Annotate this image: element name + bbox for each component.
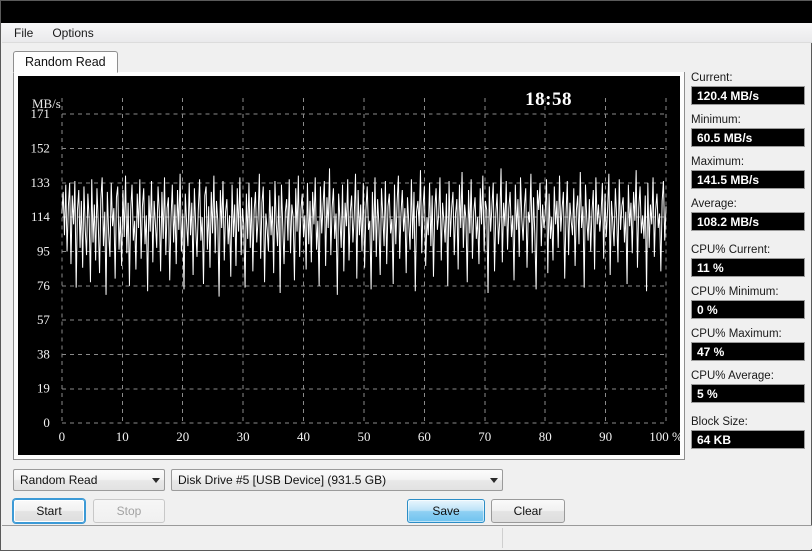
x-axis-tick-label: 50 <box>357 429 370 444</box>
tab-label: Random Read <box>25 55 106 69</box>
y-axis-tick-label: 76 <box>37 278 50 293</box>
stat-label: CPU% Average: <box>691 370 774 382</box>
stat-label: Minimum: <box>691 114 741 126</box>
stat-label: CPU% Minimum: <box>691 286 779 298</box>
stat-value: 47 % <box>691 342 805 361</box>
y-axis-tick-label: 0 <box>43 415 49 430</box>
stop-button: Stop <box>93 499 165 523</box>
y-axis-tick-label: 38 <box>37 346 50 361</box>
stop-button-label: Stop <box>116 504 142 518</box>
x-axis-tick-label: 20 <box>176 429 189 444</box>
x-axis-tick-label: 90 <box>599 429 612 444</box>
stat-value: 5 % <box>691 384 805 403</box>
y-axis-tick-label: 57 <box>37 312 50 327</box>
tab-random-read[interactable]: Random Read <box>13 51 118 73</box>
chart-panel: MB/s 0 19 38 57 76 95 114 133 152 171 0 10 20 30 40 50 60… <box>13 72 685 460</box>
y-axis-tick-label: 95 <box>37 243 50 258</box>
tab-strip: Random Read <box>13 51 685 73</box>
stat-value: 108.2 MB/s <box>691 212 805 231</box>
save-button[interactable]: Save <box>407 499 485 523</box>
chevron-down-icon <box>485 470 502 490</box>
stat-label: Block Size: <box>691 416 748 428</box>
save-button-label: Save <box>432 504 460 518</box>
menu-item-options[interactable]: Options <box>48 24 102 42</box>
stat-block: CPU% Current: 11 % <box>691 244 805 277</box>
stat-block: Average: 108.2 MB/s <box>691 198 805 231</box>
y-axis-tick-label: 152 <box>30 141 49 156</box>
stat-value: 0 % <box>691 300 805 319</box>
stat-value: 120.4 MB/s <box>691 86 805 105</box>
x-axis-tick-label: 0 <box>59 429 65 444</box>
x-axis-tick-label: 100 % <box>649 429 680 444</box>
x-axis-tick-label: 80 <box>539 429 552 444</box>
stats-sidebar: Current: 120.4 MB/s Minimum: 60.5 MB/s Maxim… <box>691 72 805 502</box>
application-window: File Options Random Read MB/s 0 19 38 57 76 95… <box>0 0 812 551</box>
test-mode-value: Random Read <box>20 473 98 487</box>
stat-block: Minimum: 60.5 MB/s <box>691 114 805 147</box>
chart-surface: MB/s 0 19 38 57 76 95 114 133 152 171 0 10 20 30 40 50 60… <box>18 76 680 455</box>
stat-block: CPU% Maximum: 47 % <box>691 328 805 361</box>
stat-label: Current: <box>691 72 733 84</box>
clear-button-label: Clear <box>513 504 543 518</box>
test-mode-dropdown[interactable]: Random Read <box>13 469 165 491</box>
stat-block: Maximum: 141.5 MB/s <box>691 156 805 189</box>
stat-label: Average: <box>691 198 737 210</box>
menu-item-file[interactable]: File <box>10 24 42 42</box>
stat-label: Maximum: <box>691 156 745 168</box>
stat-block: CPU% Minimum: 0 % <box>691 286 805 319</box>
stat-value: 60.5 MB/s <box>691 128 805 147</box>
throughput-line-chart: MB/s019385776951141331521710 10 20 30 40 50 60… <box>30 96 680 444</box>
clear-button[interactable]: Clear <box>491 499 565 523</box>
y-axis-tick-label: 19 <box>37 381 50 396</box>
stat-value: 141.5 MB/s <box>691 170 805 189</box>
start-button[interactable]: Start <box>13 499 85 523</box>
status-bar-divider <box>502 528 503 548</box>
stat-label: CPU% Maximum: <box>691 328 782 340</box>
stat-label: CPU% Current: <box>691 244 771 256</box>
stat-value: 64 KB <box>691 430 805 449</box>
disk-value: Disk Drive #5 [USB Device] (931.5 GB) <box>178 473 387 487</box>
x-axis-tick-label: 10 <box>116 429 129 444</box>
status-bar <box>2 525 812 549</box>
stat-block: Block Size: 64 KB <box>691 416 805 449</box>
chevron-down-icon <box>147 470 164 490</box>
stat-block: Current: 120.4 MB/s <box>691 72 805 105</box>
x-axis-tick-label: 40 <box>297 429 310 444</box>
elapsed-timer: 18:58 <box>525 89 572 110</box>
menu-bar: File Options <box>2 23 812 43</box>
y-axis-tick-label: 114 <box>31 209 50 224</box>
y-axis-tick-label: 171 <box>30 106 49 121</box>
disk-dropdown[interactable]: Disk Drive #5 [USB Device] (931.5 GB) <box>171 469 503 491</box>
x-axis-tick-label: 60 <box>418 429 431 444</box>
stat-value: 11 % <box>691 258 805 277</box>
title-bar-strip <box>1 1 812 23</box>
start-button-label: Start <box>36 504 62 518</box>
x-axis-tick-label: 70 <box>478 429 491 444</box>
x-axis-tick-label: 30 <box>237 429 250 444</box>
y-axis-tick-label: 133 <box>30 175 49 190</box>
stat-block: CPU% Average: 5 % <box>691 370 805 403</box>
